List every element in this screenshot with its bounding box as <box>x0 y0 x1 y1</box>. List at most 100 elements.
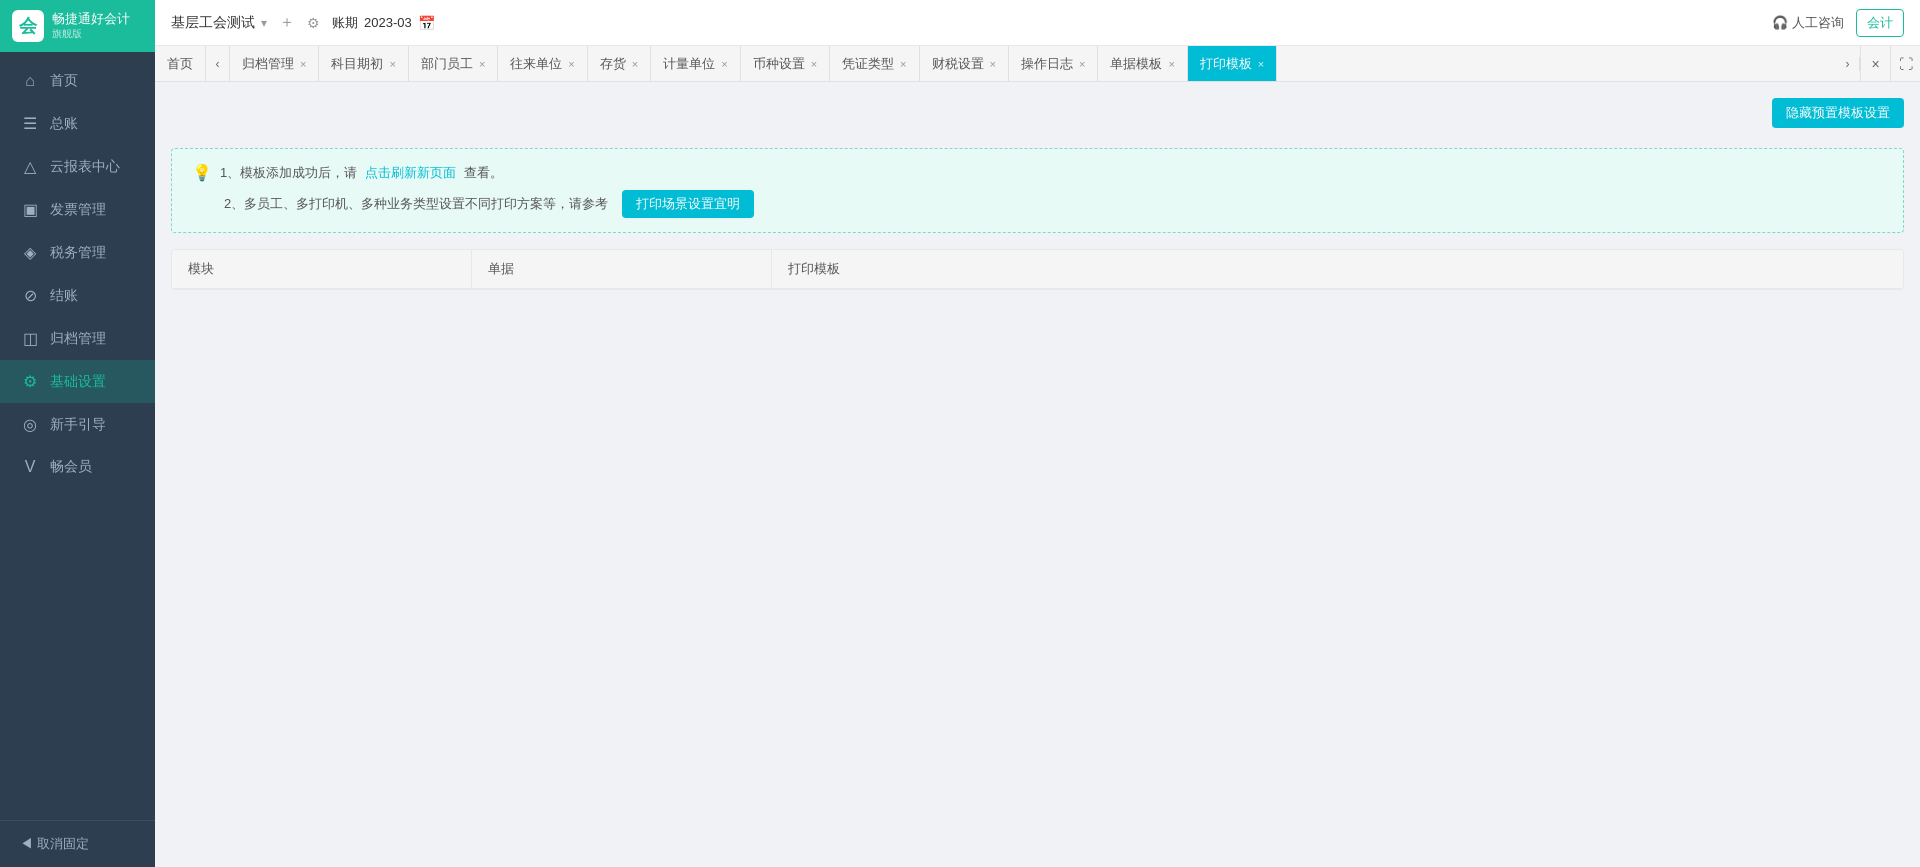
calendar-icon[interactable]: 📅 <box>418 15 435 31</box>
ledger-icon: ☰ <box>20 114 40 133</box>
tab-maximize-icon[interactable]: ⛶ <box>1890 46 1920 82</box>
sidebar-item-archive[interactable]: ◫ 归档管理 <box>0 317 155 360</box>
tab-nav-prev[interactable]: ‹ <box>206 46 230 81</box>
home-tab-label: 首页 <box>167 55 193 73</box>
chevron-down-icon: ▾ <box>261 16 267 30</box>
tab-currency[interactable]: 币种设置 × <box>741 46 830 81</box>
tab-archive-mgmt[interactable]: 归档管理 × <box>230 46 319 81</box>
tab-label: 计量单位 <box>663 55 715 73</box>
tab-label: 凭证类型 <box>842 55 894 73</box>
tab-label: 往来单位 <box>510 55 562 73</box>
print-template-table: 模块 单据 打印模板 <box>171 249 1904 290</box>
tab-close-icon[interactable]: × <box>1258 58 1264 70</box>
tab-close-icon[interactable]: × <box>900 58 906 70</box>
tab-close-icon[interactable]: × <box>479 58 485 70</box>
tab-label: 存货 <box>600 55 626 73</box>
sidebar-item-label: 新手引导 <box>50 416 106 434</box>
tab-partner[interactable]: 往来单位 × <box>498 46 587 81</box>
col-document: 单据 <box>472 250 772 288</box>
explain-button[interactable]: 打印场景设置宜明 <box>622 190 754 218</box>
sidebar-item-member[interactable]: V 畅会员 <box>0 446 155 488</box>
tab-label: 部门员工 <box>421 55 473 73</box>
sidebar-item-label: 归档管理 <box>50 330 106 348</box>
topbar: 基层工会测试 ▾ ＋ ⚙ 账期 2023-03 📅 🎧 人工咨询 会计 <box>155 0 1920 46</box>
settings-gear-icon[interactable]: ⚙ <box>307 15 320 31</box>
sidebar: 会 畅捷通好会计 旗舰版 ⌂ 首页 ☰ 总账 △ 云报表中心 ▣ 发票管理 ◈ … <box>0 0 155 867</box>
service-label: 人工咨询 <box>1792 14 1844 32</box>
sidebar-item-label: 税务管理 <box>50 244 106 262</box>
sidebar-item-label: 发票管理 <box>50 201 106 219</box>
tab-nav-next[interactable]: › <box>1836 57 1860 71</box>
tab-label: 币种设置 <box>753 55 805 73</box>
sidebar-item-guide[interactable]: ◎ 新手引导 <box>0 403 155 446</box>
closing-icon: ⊘ <box>20 286 40 305</box>
hide-template-button[interactable]: 隐藏预置模板设置 <box>1772 98 1904 128</box>
notice-line2-before: 2、多员工、多打印机、多种业务类型设置不同打印方案等，请参考 <box>224 195 608 213</box>
notice-line1-after: 查看。 <box>464 164 503 182</box>
settings-icon: ⚙ <box>20 372 40 391</box>
unpin-button[interactable]: ◀ 取消固定 <box>0 820 155 867</box>
sidebar-item-invoice[interactable]: ▣ 发票管理 <box>0 188 155 231</box>
sidebar-item-ledger[interactable]: ☰ 总账 <box>0 102 155 145</box>
guide-icon: ◎ <box>20 415 40 434</box>
kuaiji-button[interactable]: 会计 <box>1856 9 1904 37</box>
member-icon: V <box>20 458 40 476</box>
app-badge: 旗舰版 <box>52 27 130 41</box>
tab-close-icon[interactable]: × <box>811 58 817 70</box>
content-area: 隐藏预置模板设置 💡 1、模板添加成功后，请 点击刷新新页面 查看。 2、多员工… <box>155 82 1920 867</box>
add-tab-icon[interactable]: ＋ <box>279 12 295 33</box>
tab-close-icon[interactable]: × <box>1079 58 1085 70</box>
tab-label: 归档管理 <box>242 55 294 73</box>
tab-close-icon[interactable]: × <box>990 58 996 70</box>
tab-dept-employee[interactable]: 部门员工 × <box>409 46 498 81</box>
sidebar-nav: ⌂ 首页 ☰ 总账 △ 云报表中心 ▣ 发票管理 ◈ 税务管理 ⊘ 结账 ◫ 归… <box>0 52 155 820</box>
notice-row-1: 💡 1、模板添加成功后，请 点击刷新新页面 查看。 <box>192 163 1883 182</box>
invoice-icon: ▣ <box>20 200 40 219</box>
tab-label: 单据模板 <box>1110 55 1162 73</box>
tab-actions: › × ⛶ <box>1836 46 1920 82</box>
sidebar-item-settings[interactable]: ⚙ 基础设置 <box>0 360 155 403</box>
tab-unit[interactable]: 计量单位 × <box>651 46 740 81</box>
notice-line1-before: 1、模板添加成功后，请 <box>220 164 357 182</box>
notice-box: 💡 1、模板添加成功后，请 点击刷新新页面 查看。 2、多员工、多打印机、多种业… <box>171 148 1904 233</box>
tab-label: 操作日志 <box>1021 55 1073 73</box>
period-label: 账期 <box>332 14 358 32</box>
tab-single-template[interactable]: 单据模板 × <box>1098 46 1187 81</box>
tab-print-template[interactable]: 打印模板 × <box>1188 46 1277 81</box>
tab-close-icon[interactable]: × <box>568 58 574 70</box>
tab-inventory[interactable]: 存货 × <box>588 46 651 81</box>
tab-voucher-type[interactable]: 凭证类型 × <box>830 46 919 81</box>
sidebar-item-label: 总账 <box>50 115 78 133</box>
tab-tax-settings[interactable]: 财税设置 × <box>920 46 1009 81</box>
tabbar: 首页 ‹ 归档管理 × 科目期初 × 部门员工 × 往来单位 × 存货 × 计量… <box>155 46 1920 82</box>
sidebar-item-closing[interactable]: ⊘ 结账 <box>0 274 155 317</box>
topbar-right: 🎧 人工咨询 会计 <box>1772 9 1904 37</box>
sidebar-item-label: 云报表中心 <box>50 158 120 176</box>
tab-close-icon[interactable]: × <box>721 58 727 70</box>
company-selector[interactable]: 基层工会测试 ▾ <box>171 14 267 32</box>
top-actions: 隐藏预置模板设置 <box>171 98 1904 138</box>
refresh-link[interactable]: 点击刷新新页面 <box>365 164 456 182</box>
col-module: 模块 <box>172 250 472 288</box>
table-header: 模块 单据 打印模板 <box>172 250 1903 289</box>
sidebar-item-tax[interactable]: ◈ 税务管理 <box>0 231 155 274</box>
app-name: 畅捷通好会计 <box>52 11 130 28</box>
tab-close-all-icon[interactable]: × <box>1860 46 1890 82</box>
sidebar-item-label: 结账 <box>50 287 78 305</box>
service-button[interactable]: 🎧 人工咨询 <box>1772 14 1844 32</box>
sidebar-item-home[interactable]: ⌂ 首页 <box>0 60 155 102</box>
tab-subject-init[interactable]: 科目期初 × <box>319 46 408 81</box>
main-area: 基层工会测试 ▾ ＋ ⚙ 账期 2023-03 📅 🎧 人工咨询 会计 首页 ‹… <box>155 0 1920 867</box>
tab-close-icon[interactable]: × <box>632 58 638 70</box>
logo[interactable]: 会 畅捷通好会计 旗舰版 <box>0 0 155 52</box>
tab-home[interactable]: 首页 <box>155 46 206 81</box>
archive-icon: ◫ <box>20 329 40 348</box>
period-display: 账期 2023-03 📅 <box>332 14 435 32</box>
tab-op-log[interactable]: 操作日志 × <box>1009 46 1098 81</box>
logo-icon: 会 <box>12 10 44 42</box>
tab-close-icon[interactable]: × <box>389 58 395 70</box>
notice-row-2: 2、多员工、多打印机、多种业务类型设置不同打印方案等，请参考 打印场景设置宜明 <box>192 190 1883 218</box>
tab-close-icon[interactable]: × <box>300 58 306 70</box>
tab-close-icon[interactable]: × <box>1168 58 1174 70</box>
sidebar-item-reports[interactable]: △ 云报表中心 <box>0 145 155 188</box>
